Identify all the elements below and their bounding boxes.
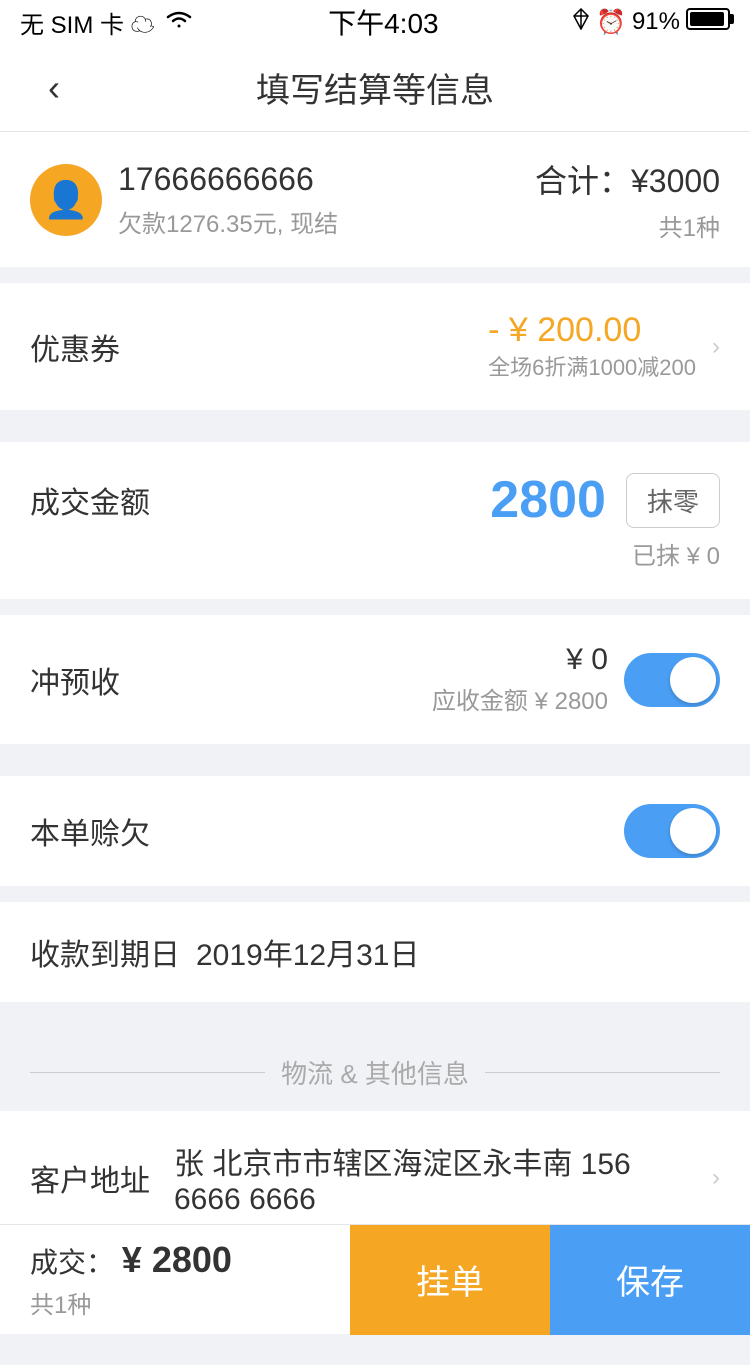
round-button[interactable]: 抹零 <box>626 473 720 528</box>
bottom-summary: 成交： ¥ 2800 共1种 <box>0 1239 350 1320</box>
main-content: 👤 17666666666 欠款1276.35元, 现结 合计：¥3000 共1… <box>0 132 750 1365</box>
debt-label: 本单赊欠 <box>30 809 150 853</box>
precollect-label: 冲预收 <box>30 658 120 702</box>
divider-1 <box>0 426 750 442</box>
address-value: 张 北京市市辖区海淀区永丰南 156 6666 6666 <box>174 1139 704 1217</box>
amount-right: 2800 抹零 <box>490 470 720 530</box>
precollect-section: 冲预收 ¥ 0 应收金额 ¥ 2800 <box>0 615 750 744</box>
precollect-info: ¥ 0 应收金额 ¥ 2800 <box>432 643 608 716</box>
divider-2 <box>0 760 750 776</box>
duedate-section: 收款到期日 2019年12月31日 <box>0 902 750 1002</box>
logistics-header-text: 物流 & 其他信息 <box>281 1054 469 1091</box>
total-count: 共1种 <box>535 208 720 243</box>
save-button[interactable]: 保存 <box>550 1225 750 1335</box>
header-line-left <box>30 1072 265 1073</box>
amount-sub: 已抹 ¥ 0 <box>30 536 720 571</box>
divider-3 <box>0 1018 750 1034</box>
amount-value: 2800 <box>490 470 606 530</box>
precollect-sub: 应收金额 ¥ 2800 <box>432 681 608 716</box>
address-chevron-icon: › <box>712 1164 720 1192</box>
debt-toggle[interactable] <box>624 804 720 858</box>
status-right: ⏰ 91% <box>572 8 730 37</box>
battery-percent: 91% <box>632 8 680 36</box>
address-label: 客户地址 <box>30 1156 150 1200</box>
customer-card: 👤 17666666666 欠款1276.35元, 现结 合计：¥3000 共1… <box>0 132 750 267</box>
precollect-amount: ¥ 0 <box>432 643 608 677</box>
logistics-header: 物流 & 其他信息 <box>0 1034 750 1111</box>
coupon-right: - ¥ 200.00 全场6折满1000减200 › <box>488 311 720 382</box>
coupon-discount: - ¥ 200.00 <box>488 311 696 350</box>
amount-label: 成交金额 <box>30 478 150 522</box>
customer-left: 👤 17666666666 欠款1276.35元, 现结 <box>30 161 338 239</box>
total-amount: 合计：¥3000 <box>535 156 720 202</box>
coupon-desc: 全场6折满1000减200 <box>488 350 696 382</box>
precollect-toggle[interactable] <box>624 653 720 707</box>
nav-bar: ‹ 填写结算等信息 <box>0 44 750 132</box>
debt-section: 本单赊欠 <box>0 776 750 886</box>
battery-icon <box>686 8 730 37</box>
debt-toggle-knob <box>670 808 716 854</box>
location-icon <box>572 8 590 37</box>
bottom-deal-amount: ¥ 2800 <box>122 1239 232 1280</box>
customer-info: 17666666666 欠款1276.35元, 现结 <box>118 161 338 239</box>
avatar: 👤 <box>30 164 102 236</box>
no-sim-label: 无 SIM 卡 ☁ <box>20 5 155 40</box>
wifi-icon <box>163 8 195 37</box>
bottom-count: 共1种 <box>30 1285 320 1320</box>
customer-debt: 欠款1276.35元, 现结 <box>118 204 338 239</box>
page-title: 填写结算等信息 <box>256 63 494 112</box>
duedate-label: 收款到期日 <box>30 930 180 974</box>
customer-total: 合计：¥3000 共1种 <box>535 156 720 243</box>
status-bar: 无 SIM 卡 ☁ 下午4:03 ⏰ 91% <box>0 0 750 44</box>
bottom-deal-row: 成交： ¥ 2800 <box>30 1239 320 1281</box>
header-line-right <box>485 1072 720 1073</box>
duedate-row: 收款到期日 2019年12月31日 <box>30 930 720 974</box>
pending-button[interactable]: 挂单 <box>350 1225 550 1335</box>
status-left: 无 SIM 卡 ☁ <box>20 5 195 40</box>
avatar-icon: 👤 <box>44 179 89 221</box>
back-button[interactable]: ‹ <box>24 58 84 118</box>
customer-phone: 17666666666 <box>118 161 338 198</box>
amount-row: 成交金额 2800 抹零 <box>30 470 720 530</box>
bottom-bar: 成交： ¥ 2800 共1种 挂单 保存 <box>0 1224 750 1334</box>
coupon-chevron-icon: › <box>712 333 720 361</box>
coupon-row[interactable]: 优惠券 - ¥ 200.00 全场6折满1000减200 › <box>0 283 750 410</box>
toggle-knob <box>670 657 716 703</box>
precollect-right: ¥ 0 应收金额 ¥ 2800 <box>432 643 720 716</box>
bottom-deal-label: 成交： <box>30 1247 114 1278</box>
precollect-row: 冲预收 ¥ 0 应收金额 ¥ 2800 <box>30 643 720 716</box>
status-time: 下午4:03 <box>328 2 439 42</box>
alarm-icon: ⏰ <box>596 8 626 37</box>
duedate-value: 2019年12月31日 <box>196 930 419 974</box>
coupon-label: 优惠券 <box>30 325 120 369</box>
amount-section: 成交金额 2800 抹零 已抹 ¥ 0 <box>0 442 750 599</box>
